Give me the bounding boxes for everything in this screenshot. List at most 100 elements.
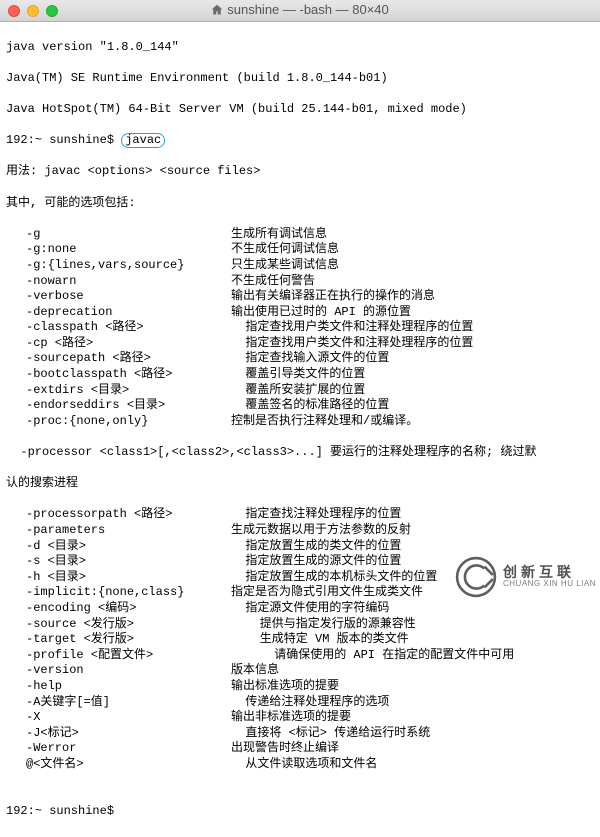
option-desc: 指定查找用户类文件和注释处理程序的位置 <box>231 320 594 336</box>
option-flag: -sourcepath <路径> <box>6 351 231 367</box>
option-flag: -A关键字[=值] <box>6 695 231 711</box>
option-row: -proc:{none,only}控制是否执行注释处理和/或编译。 <box>6 414 594 430</box>
option-row: -help输出标准选项的提要 <box>6 679 594 695</box>
close-button[interactable] <box>8 5 20 17</box>
option-row: -encoding <编码> 指定源文件使用的字符编码 <box>6 601 594 617</box>
option-row: -extdirs <目录> 覆盖所安装扩展的位置 <box>6 383 594 399</box>
option-row: -Werror出现警告时终止编译 <box>6 741 594 757</box>
option-desc: 提供与指定发行版的源兼容性 <box>231 617 594 633</box>
option-flag: -bootclasspath <路径> <box>6 367 231 383</box>
option-flag: -h <目录> <box>6 570 231 586</box>
option-row: -bootclasspath <路径> 覆盖引导类文件的位置 <box>6 367 594 383</box>
option-row: -g生成所有调试信息 <box>6 227 594 243</box>
option-desc: 从文件读取选项和文件名 <box>231 757 594 773</box>
option-desc: 只生成某些调试信息 <box>231 258 594 274</box>
watermark-text-cn: 创新互联 <box>503 565 596 580</box>
option-desc: 指定放置生成的类文件的位置 <box>231 539 594 555</box>
option-flag: -target <发行版> <box>6 632 231 648</box>
option-flag: -d <目录> <box>6 539 231 555</box>
output-line: 其中, 可能的选项包括: <box>6 196 594 212</box>
option-desc: 输出有关编译器正在执行的操作的消息 <box>231 289 594 305</box>
minimize-button[interactable] <box>27 5 39 17</box>
output-line: 用法: javac <options> <source files> <box>6 164 594 180</box>
option-row: @<文件名> 从文件读取选项和文件名 <box>6 757 594 773</box>
terminal-content[interactable]: java version "1.8.0_144" Java(TM) SE Run… <box>0 22 600 837</box>
option-flag: -source <发行版> <box>6 617 231 633</box>
option-flag: -version <box>6 663 231 679</box>
option-flag: @<文件名> <box>6 757 231 773</box>
option-desc: 生成特定 VM 版本的类文件 <box>231 632 594 648</box>
option-desc: 覆盖引导类文件的位置 <box>231 367 594 383</box>
watermark-text-en: CHUANG XIN HU LIAN <box>503 580 596 589</box>
option-row: -J<标记> 直接将 <标记> 传递给运行时系统 <box>6 726 594 742</box>
option-row: -verbose输出有关编译器正在执行的操作的消息 <box>6 289 594 305</box>
option-row: -deprecation输出使用已过时的 API 的源位置 <box>6 305 594 321</box>
option-flag: -deprecation <box>6 305 231 321</box>
option-flag: -Werror <box>6 741 231 757</box>
window-title: sunshine — -bash — 80×40 <box>0 2 600 19</box>
option-flag: -classpath <路径> <box>6 320 231 336</box>
option-row: -nowarn不生成任何警告 <box>6 274 594 290</box>
option-desc: 输出非标准选项的提要 <box>231 710 594 726</box>
option-desc: 出现警告时终止编译 <box>231 741 594 757</box>
option-row: -g:none不生成任何调试信息 <box>6 242 594 258</box>
option-flag: -cp <路径> <box>6 336 231 352</box>
option-flag: -parameters <box>6 523 231 539</box>
option-row: -endorseddirs <目录> 覆盖签名的标准路径的位置 <box>6 398 594 414</box>
option-row: -version版本信息 <box>6 663 594 679</box>
option-row: -parameters生成元数据以用于方法参数的反射 <box>6 523 594 539</box>
option-row: -classpath <路径> 指定查找用户类文件和注释处理程序的位置 <box>6 320 594 336</box>
option-desc: 生成所有调试信息 <box>231 227 594 243</box>
option-flag: -proc:{none,only} <box>6 414 231 430</box>
option-flag: -extdirs <目录> <box>6 383 231 399</box>
output-line: -processor <class1>[,<class2>,<class3>..… <box>6 445 594 461</box>
option-desc: 指定查找用户类文件和注释处理程序的位置 <box>231 336 594 352</box>
option-row: -source <发行版> 提供与指定发行版的源兼容性 <box>6 617 594 633</box>
window-titlebar: sunshine — -bash — 80×40 <box>0 0 600 22</box>
window-title-text: sunshine — -bash — 80×40 <box>227 2 389 19</box>
option-desc: 控制是否执行注释处理和/或编译。 <box>231 414 594 430</box>
option-flag: -g <box>6 227 231 243</box>
option-desc: 不生成任何调试信息 <box>231 242 594 258</box>
option-desc: 不生成任何警告 <box>231 274 594 290</box>
option-row: -X输出非标准选项的提要 <box>6 710 594 726</box>
option-row: -cp <路径> 指定查找用户类文件和注释处理程序的位置 <box>6 336 594 352</box>
option-flag: -profile <配置文件> <box>6 648 231 664</box>
option-desc: 传递给注释处理程序的选项 <box>231 695 594 711</box>
output-line: java version "1.8.0_144" <box>6 40 594 56</box>
watermark-logo-icon <box>455 556 497 598</box>
option-flag: -encoding <编码> <box>6 601 231 617</box>
option-desc: 版本信息 <box>231 663 594 679</box>
option-desc: 覆盖签名的标准路径的位置 <box>231 398 594 414</box>
output-line: Java HotSpot(TM) 64-Bit Server VM (build… <box>6 102 594 118</box>
option-row: -A关键字[=值] 传递给注释处理程序的选项 <box>6 695 594 711</box>
watermark: 创新互联 CHUANG XIN HU LIAN <box>455 556 596 598</box>
prompt-line: 192:~ sunshine$ <box>6 804 594 820</box>
zoom-button[interactable] <box>46 5 58 17</box>
option-desc: 输出标准选项的提要 <box>231 679 594 695</box>
option-row: -target <发行版> 生成特定 VM 版本的类文件 <box>6 632 594 648</box>
option-desc: 指定源文件使用的字符编码 <box>231 601 594 617</box>
option-desc: 直接将 <标记> 传递给运行时系统 <box>231 726 594 742</box>
option-desc: 指定查找输入源文件的位置 <box>231 351 594 367</box>
option-row: -g:{lines,vars,source}只生成某些调试信息 <box>6 258 594 274</box>
option-row: -sourcepath <路径> 指定查找输入源文件的位置 <box>6 351 594 367</box>
option-row: -d <目录> 指定放置生成的类文件的位置 <box>6 539 594 555</box>
option-desc: 请确保使用的 API 在指定的配置文件中可用 <box>231 648 594 664</box>
home-icon <box>211 4 223 16</box>
option-flag: -processorpath <路径> <box>6 507 231 523</box>
option-flag: -g:{lines,vars,source} <box>6 258 231 274</box>
option-desc: 覆盖所安装扩展的位置 <box>231 383 594 399</box>
option-desc: 生成元数据以用于方法参数的反射 <box>231 523 594 539</box>
option-flag: -X <box>6 710 231 726</box>
output-line: Java(TM) SE Runtime Environment (build 1… <box>6 71 594 87</box>
command-highlight: javac <box>121 133 165 148</box>
prompt-line: 192:~ sunshine$ javac <box>6 133 594 149</box>
option-flag: -verbose <box>6 289 231 305</box>
option-row: -processorpath <路径> 指定查找注释处理程序的位置 <box>6 507 594 523</box>
option-row: -profile <配置文件> 请确保使用的 API 在指定的配置文件中可用 <box>6 648 594 664</box>
option-desc: 指定查找注释处理程序的位置 <box>231 507 594 523</box>
option-flag: -g:none <box>6 242 231 258</box>
option-flag: -nowarn <box>6 274 231 290</box>
option-desc: 输出使用已过时的 API 的源位置 <box>231 305 594 321</box>
